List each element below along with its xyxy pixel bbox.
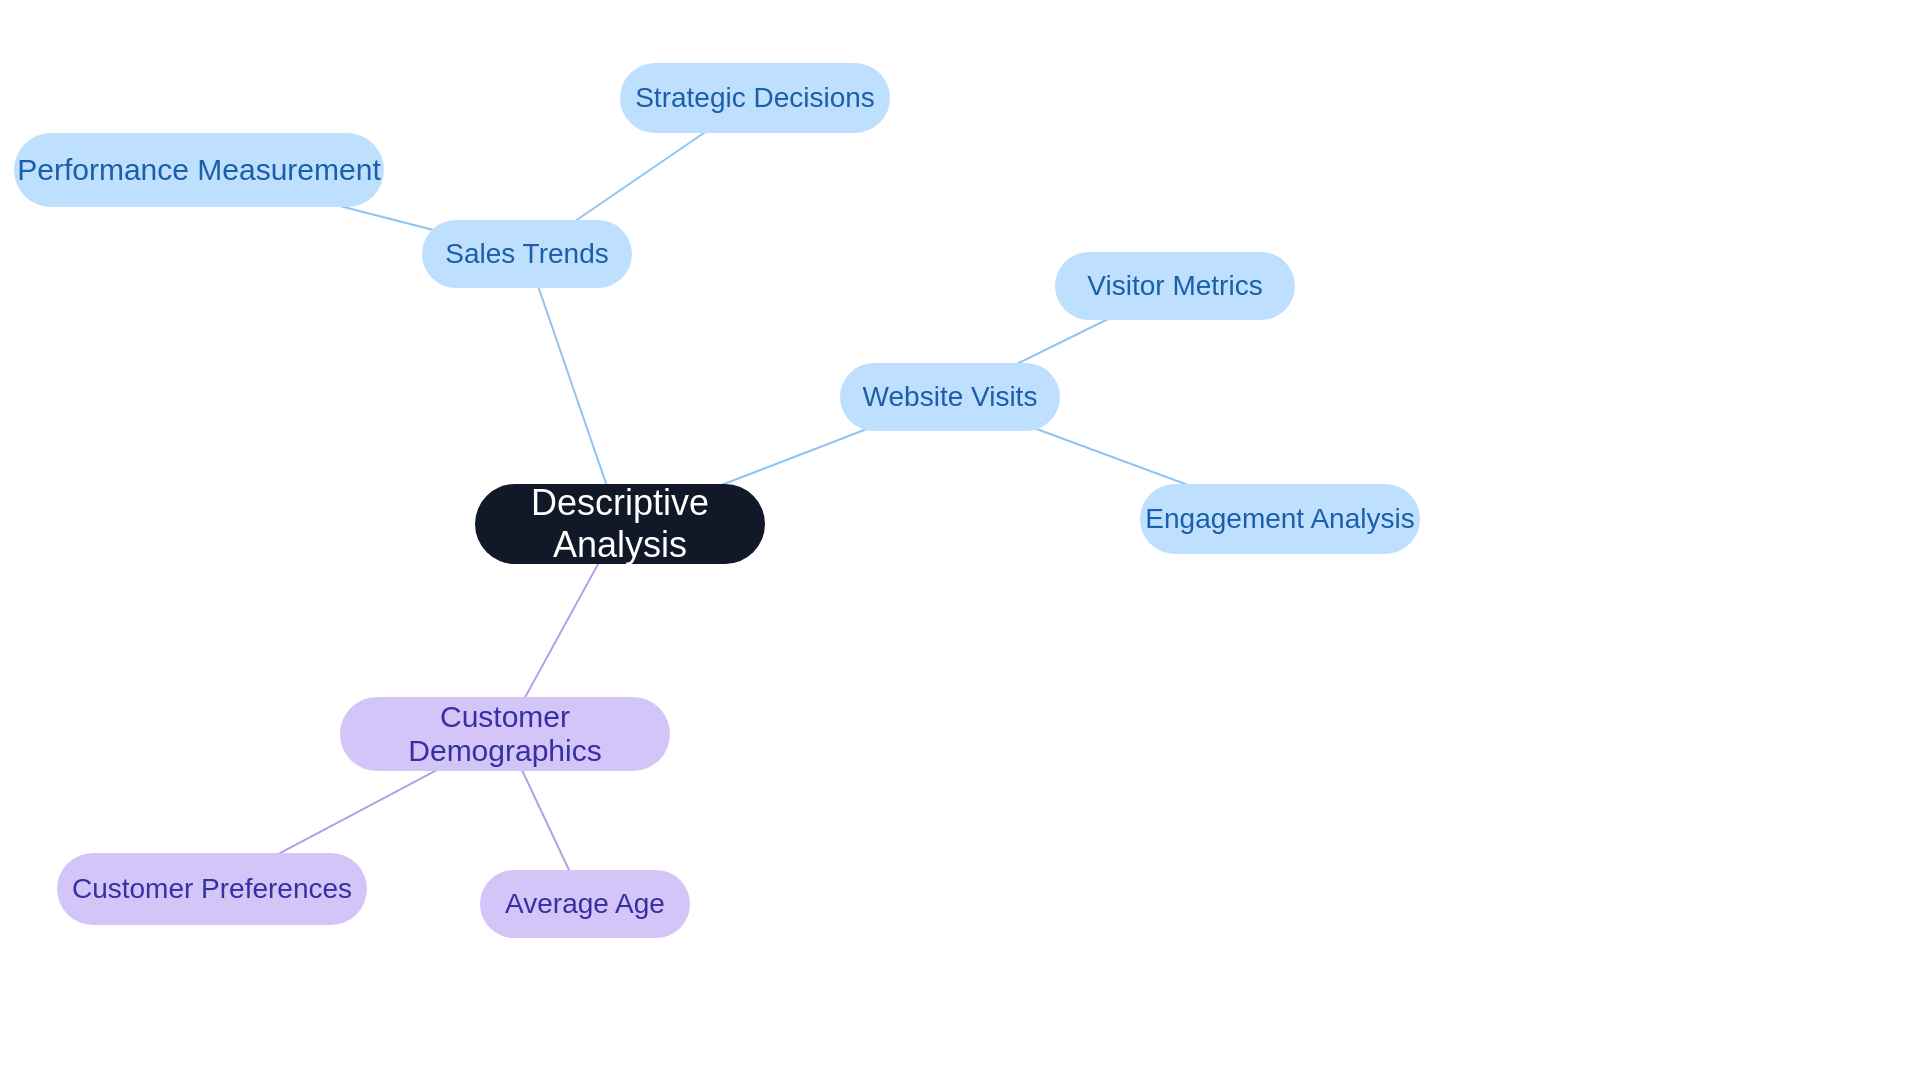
performance-measurement-node[interactable]: Performance Measurement (14, 133, 384, 207)
website-visits-node[interactable]: Website Visits (840, 363, 1060, 431)
central-node[interactable]: Descriptive Analysis (475, 484, 765, 564)
sales-trends-node[interactable]: Sales Trends (422, 220, 632, 288)
customer-demographics-node[interactable]: Customer Demographics (340, 697, 670, 771)
website-visits-label: Website Visits (863, 381, 1038, 413)
average-age-label: Average Age (505, 888, 665, 920)
customer-preferences-node[interactable]: Customer Preferences (57, 853, 367, 925)
central-node-label: Descriptive Analysis (475, 482, 765, 566)
strategic-decisions-label: Strategic Decisions (635, 82, 875, 114)
performance-measurement-label: Performance Measurement (17, 153, 381, 187)
visitor-metrics-label: Visitor Metrics (1087, 270, 1262, 302)
engagement-analysis-label: Engagement Analysis (1145, 503, 1414, 535)
visitor-metrics-node[interactable]: Visitor Metrics (1055, 252, 1295, 320)
strategic-decisions-node[interactable]: Strategic Decisions (620, 63, 890, 133)
customer-preferences-label: Customer Preferences (72, 873, 352, 905)
sales-trends-label: Sales Trends (445, 238, 608, 270)
average-age-node[interactable]: Average Age (480, 870, 690, 938)
customer-demographics-label: Customer Demographics (340, 700, 670, 768)
engagement-analysis-node[interactable]: Engagement Analysis (1140, 484, 1420, 554)
